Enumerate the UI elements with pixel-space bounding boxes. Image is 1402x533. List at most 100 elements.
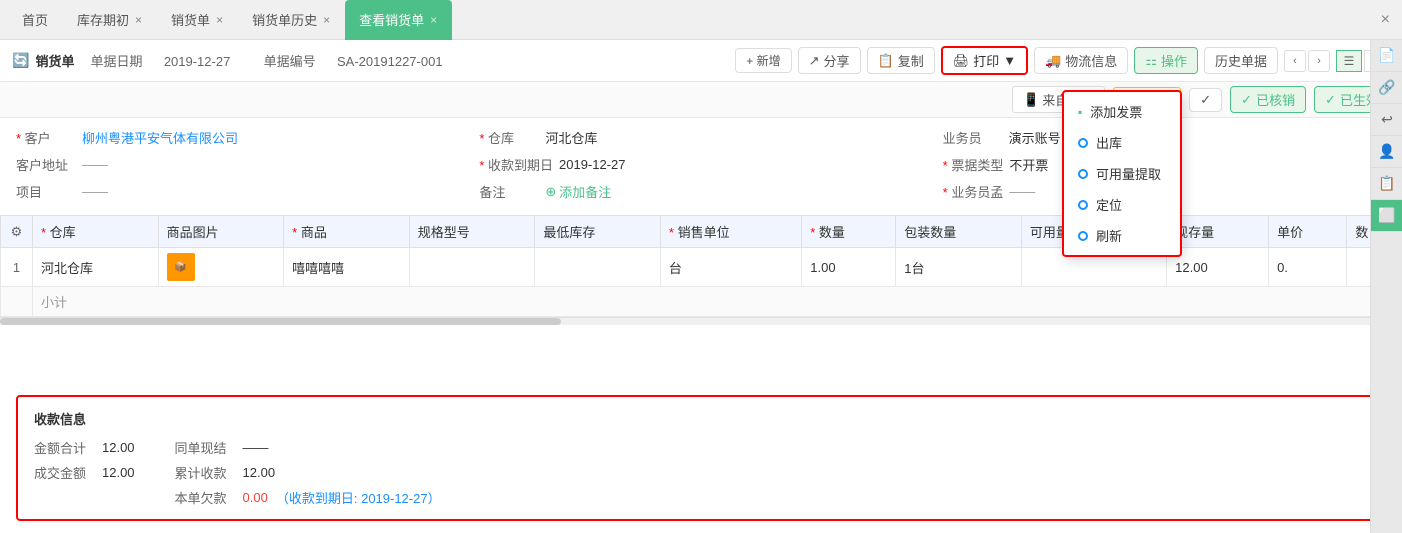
doc-date-value: 2019-12-27 (164, 54, 231, 69)
payment-info-box: 收款信息 金额合计 12.00 成交金额 12.00 同单现结 —— 累计收款 (16, 395, 1386, 521)
col-product: 商品 (284, 216, 410, 248)
refresh-icon (1078, 231, 1088, 241)
tab-view-sales-order[interactable]: 查看销货单 × (345, 0, 452, 40)
payment-info-grid: 金额合计 12.00 成交金额 12.00 同单现结 —— 累计收款 12.00 (34, 438, 1368, 507)
sidebar-icon-doc[interactable]: 📄 (1371, 40, 1402, 72)
address-field: 客户地址 —— (16, 155, 459, 174)
outstanding-suffix: （收款到期日: 2019-12-27） (276, 488, 441, 507)
logistics-button[interactable]: 🚚 物流信息 (1034, 47, 1128, 74)
doc-meta: 单据日期 2019-12-27 单据编号 SA-20191227-001 (90, 51, 456, 70)
same-order-value: —— (243, 440, 269, 455)
col-min-stock: 最低库存 (535, 216, 661, 248)
next-button[interactable]: › (1308, 50, 1330, 72)
table-row: 1 河北仓库 📦 嘻嘻嘻嘻 台 1.00 1台 12.00 0. (1, 248, 1402, 287)
dropdown-locate[interactable]: 定位 (1064, 189, 1180, 220)
phone-icon: 📱 (1023, 92, 1039, 108)
row-warehouse: 河北仓库 (33, 248, 159, 287)
salesperson2-value: —— (1009, 184, 1035, 199)
tab-sales-history[interactable]: 销货单历史 × (238, 0, 345, 40)
list-view-button[interactable]: ☰ (1336, 50, 1362, 72)
doc-number-label: 单据编号 (264, 54, 316, 69)
dropdown-refresh[interactable]: 刷新 (1064, 220, 1180, 251)
locate-icon (1078, 200, 1088, 210)
right-sidebar: 📄 🔗 ↩ 👤 📋 ⬜ (1370, 40, 1402, 533)
doc-title: 销货单 (35, 51, 74, 70)
sidebar-icon-user[interactable]: 👤 (1371, 136, 1402, 168)
cumulative-payment-row: 累计收款 12.00 (175, 463, 441, 482)
dropdown-available-extract[interactable]: 可用量提取 (1064, 158, 1180, 189)
doc-icon: 🔄 (12, 52, 29, 69)
customer-label: 客户 (16, 128, 76, 147)
tab-close-sales-order[interactable]: × (216, 13, 223, 27)
tab-close-view-sales-order[interactable]: × (430, 13, 437, 27)
deal-amount-label: 成交金额 (34, 463, 94, 482)
new-button[interactable]: + 新增 (735, 48, 791, 73)
cumulative-payment-label: 累计收款 (175, 463, 235, 482)
row-number: 1 (1, 248, 33, 287)
add-note-button[interactable]: ⊕ 添加备注 (545, 182, 611, 201)
table-area: ⚙ 仓库 商品图片 商品 规格型号 最低库存 销售单位 数量 包装数量 可用量（… (0, 215, 1402, 383)
tab-inventory-init[interactable]: 库存期初 × (63, 0, 157, 40)
confirm-button[interactable]: ✓ (1189, 88, 1222, 112)
subtotal-label: 小计 (33, 287, 1402, 317)
invoice-label: 票据类型 (943, 155, 1004, 174)
doc-number-value: SA-20191227-001 (337, 54, 443, 69)
tab-close-inventory-init[interactable]: × (135, 13, 142, 27)
col-spec: 规格型号 (409, 216, 535, 248)
row-quantity: 1.00 (802, 248, 896, 287)
global-close-button[interactable]: × (1381, 11, 1390, 29)
sidebar-icon-clipboard[interactable]: 📋 (1371, 168, 1402, 200)
doc-date-label: 单据日期 (90, 54, 142, 69)
sidebar-icon-link[interactable]: 🔗 (1371, 72, 1402, 104)
payment-date-field: 收款到期日 2019-12-27 (479, 155, 922, 174)
sidebar-icon-return[interactable]: ↩ (1371, 104, 1402, 136)
operation-button[interactable]: ⚏ 操作 (1134, 47, 1198, 74)
share-button[interactable]: ↗ 分享 (798, 47, 861, 74)
project-field: 项目 —— (16, 182, 459, 201)
doc-header: 🔄 销货单 单据日期 2019-12-27 单据编号 SA-20191227-0… (0, 40, 1402, 82)
col-gear[interactable]: ⚙ (1, 216, 33, 248)
note-label: 备注 (479, 182, 539, 201)
prev-button[interactable]: ‹ (1284, 50, 1306, 72)
same-order-label: 同单现结 (175, 438, 235, 457)
subtotal-row: 小计 (1, 287, 1402, 317)
copy-button[interactable]: 📋 复制 (867, 47, 935, 74)
form-section: 客户 柳州粤港平安气体有限公司 仓库 河北仓库 业务员 演示账号 客户地址 ——… (0, 118, 1402, 215)
warehouse-label: 仓库 (479, 128, 539, 147)
dropdown-add-invoice[interactable]: ▪ 添加发票 (1064, 96, 1180, 127)
salesperson-value: 演示账号 (1009, 128, 1061, 147)
payment-date-label: 收款到期日 (479, 155, 553, 174)
payment-date-value: 2019-12-27 (559, 157, 626, 172)
warehouse-field: 仓库 河北仓库 (479, 128, 922, 147)
table-header-row: ⚙ 仓库 商品图片 商品 规格型号 最低库存 销售单位 数量 包装数量 可用量（… (1, 216, 1402, 248)
deal-amount-row: 成交金额 12.00 (34, 463, 135, 482)
payment-info-col-2: 同单现结 —— 累计收款 12.00 本单欠款 0.00 （收款到期日: 201… (175, 438, 441, 507)
row-price: 0. (1269, 248, 1347, 287)
warehouse-value: 河北仓库 (545, 128, 597, 147)
col-quantity: 数量 (802, 216, 896, 248)
copy-icon: 📋 (878, 53, 894, 69)
verified-button[interactable]: ✓ 已核销 (1230, 86, 1306, 113)
history-button[interactable]: 历史单据 (1204, 47, 1278, 74)
payment-info-col-1: 金额合计 12.00 成交金额 12.00 (34, 438, 135, 507)
scrollbar-thumb[interactable] (0, 318, 561, 325)
main-area: 🔄 销货单 单据日期 2019-12-27 单据编号 SA-20191227-0… (0, 40, 1402, 533)
outstanding-value: 0.00 (243, 490, 268, 505)
dropdown-outbound[interactable]: 出库 (1064, 127, 1180, 158)
add-invoice-icon: ▪ (1078, 105, 1082, 119)
tab-home[interactable]: 首页 (8, 0, 63, 40)
address-value: —— (82, 157, 108, 172)
horizontal-scrollbar[interactable] (0, 317, 1402, 325)
print-button[interactable]: 🖨 打印 ▼ (941, 46, 1028, 75)
customer-value[interactable]: 柳州粤港平安气体有限公司 (82, 128, 238, 147)
product-thumbnail: 📦 (167, 253, 195, 281)
row-min-stock (535, 248, 661, 287)
col-warehouse: 仓库 (33, 216, 159, 248)
address-label: 客户地址 (16, 155, 76, 174)
tab-close-sales-history[interactable]: × (323, 13, 330, 27)
project-label: 项目 (16, 182, 76, 201)
tab-sales-order[interactable]: 销货单 × (157, 0, 238, 40)
product-table: ⚙ 仓库 商品图片 商品 规格型号 最低库存 销售单位 数量 包装数量 可用量（… (0, 215, 1402, 317)
sidebar-icon-expand[interactable]: ⬜ (1371, 200, 1402, 232)
print-icon: 🖨 (953, 53, 970, 69)
